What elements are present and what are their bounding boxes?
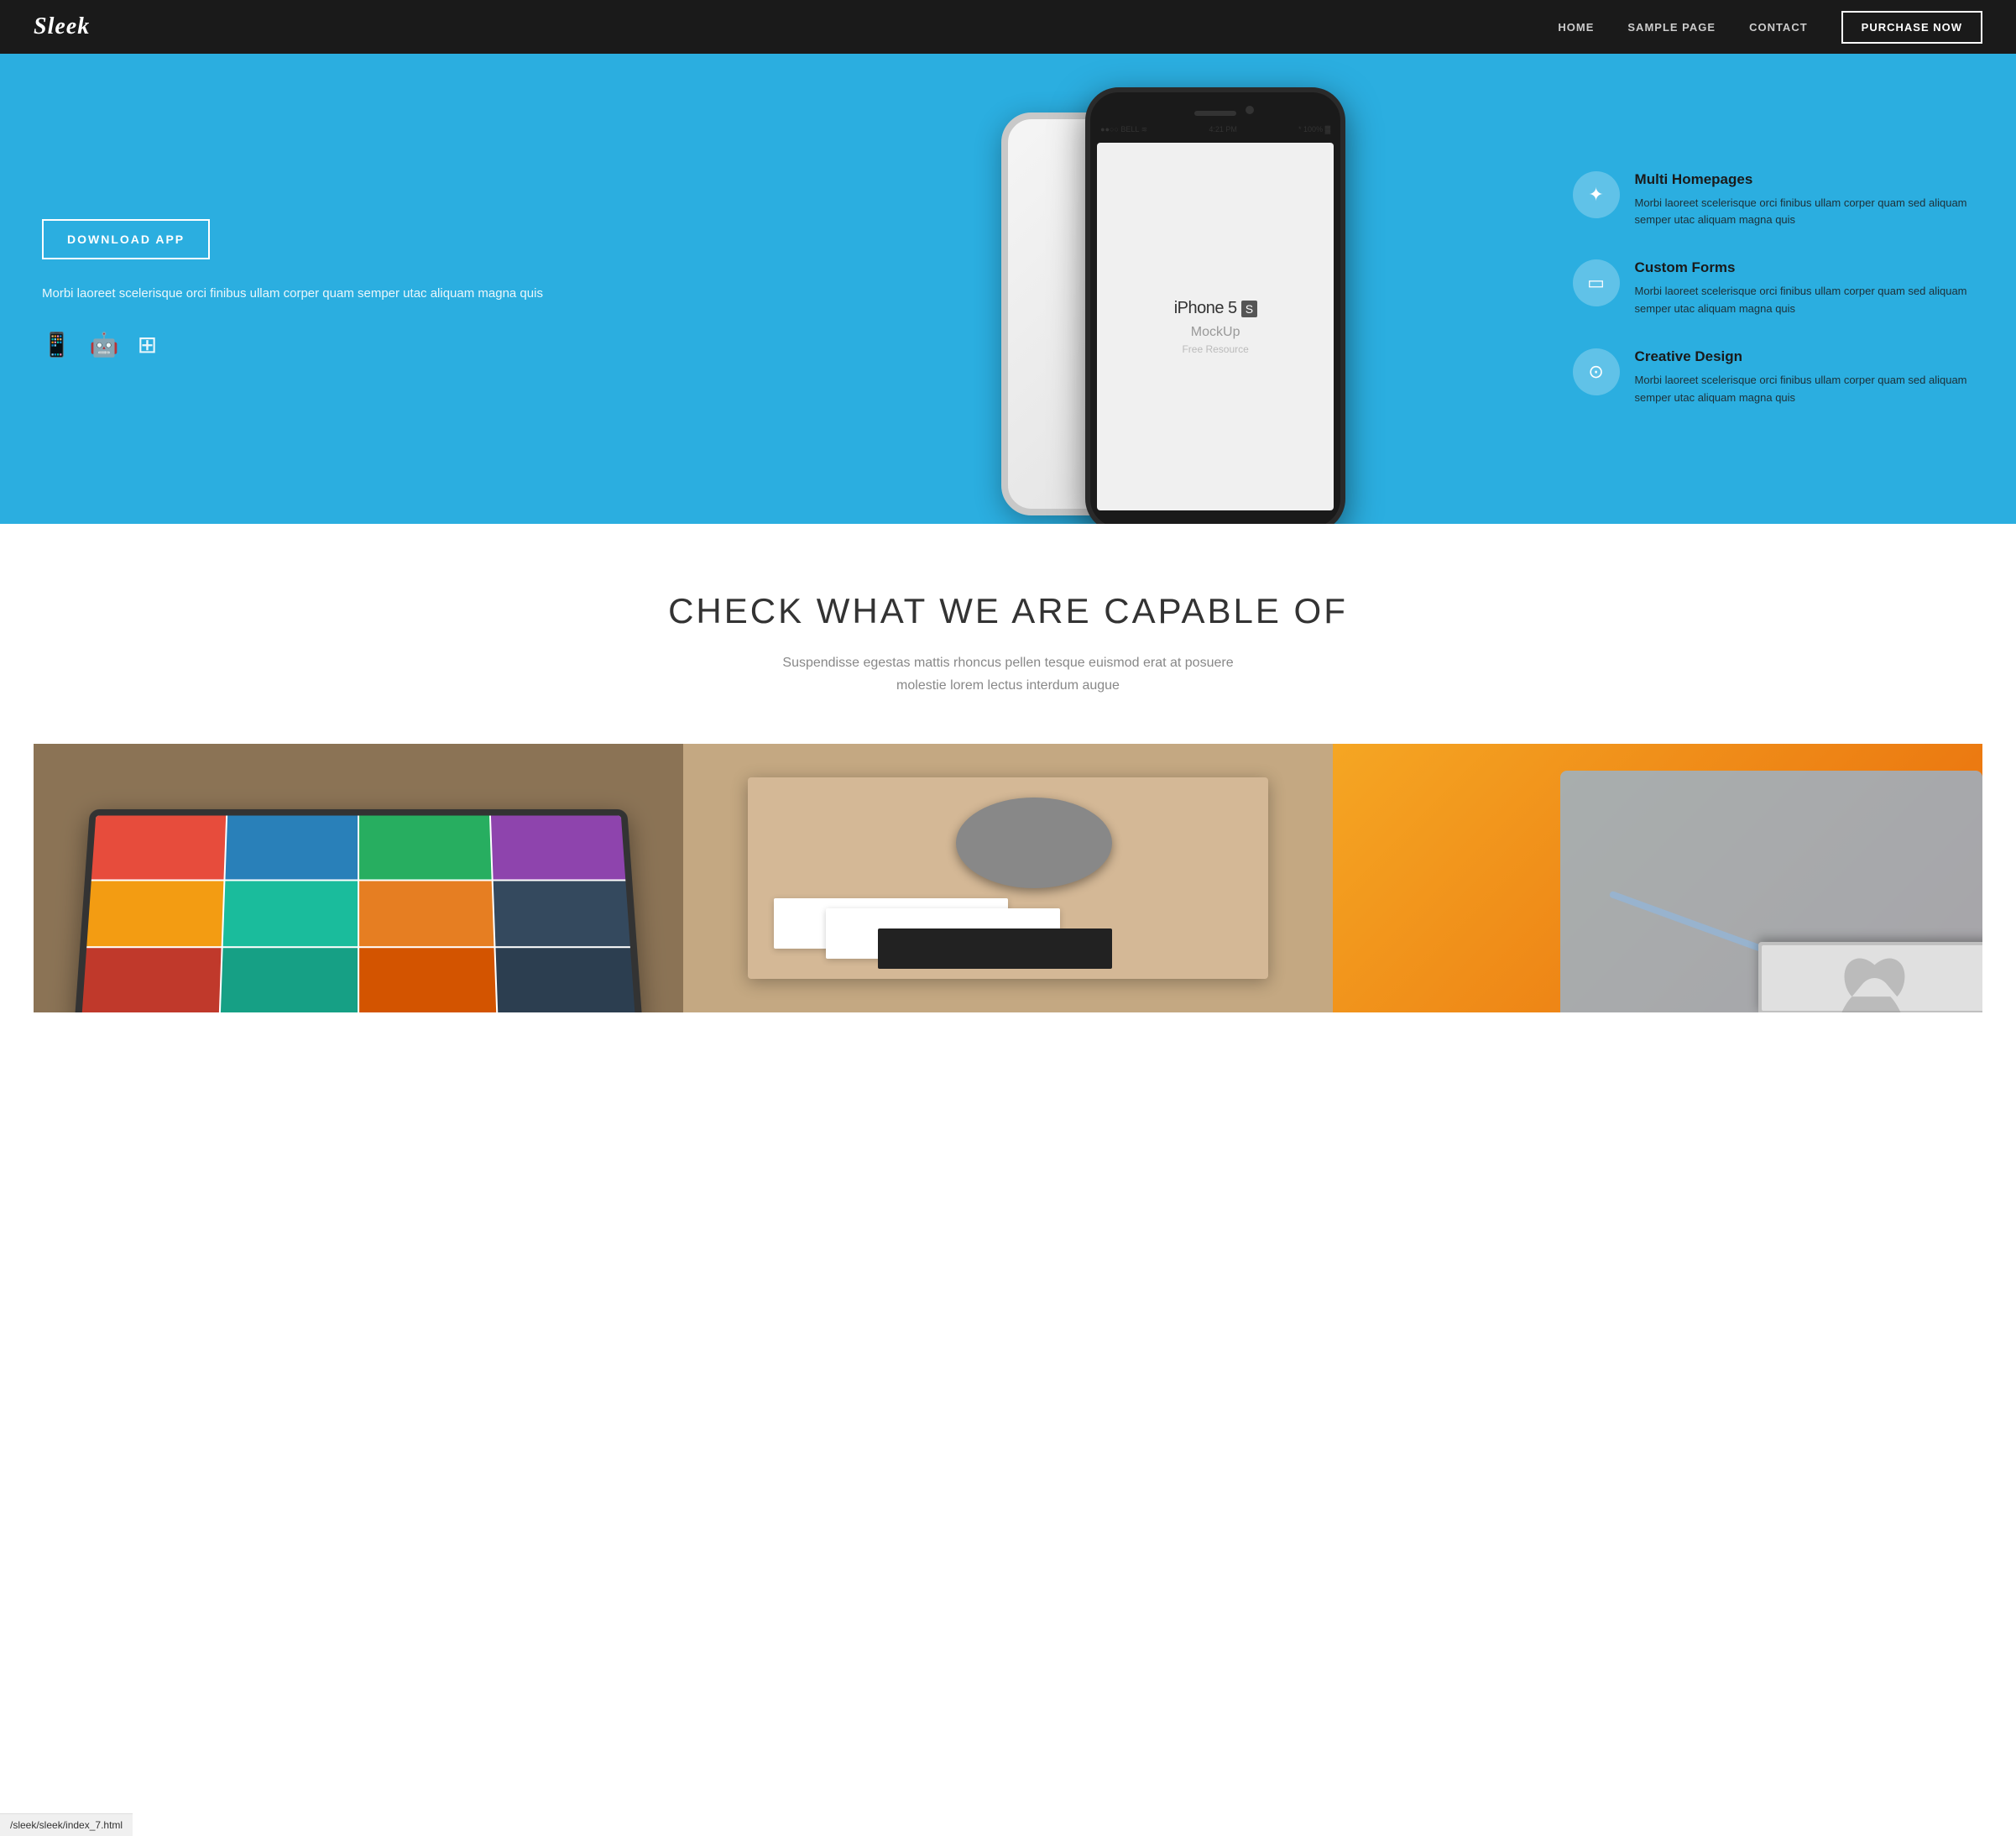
card-3 [878,928,1112,969]
android-icon: 🤖 [90,331,119,358]
nav-sample-page[interactable]: SAMPLE PAGE [1627,21,1716,34]
stationery-items [748,777,1267,979]
multi-homepages-desc: Morbi laoreet scelerisque orci finibus u… [1635,195,1991,230]
stamp-object [956,798,1112,888]
navbar: Sleek HOME SAMPLE PAGE CONTACT PURCHASE … [0,0,2016,54]
custom-forms-title: Custom Forms [1635,259,1991,276]
creative-design-icon: ⊙ [1573,348,1620,395]
logo: Sleek [34,13,90,40]
tablet-cell-10 [221,949,358,1012]
download-app-button[interactable]: DOWNLOAD APP [42,219,210,259]
time-display: 4:21 PM [1209,125,1237,133]
person-container [1333,744,1982,1012]
windows-icon: ⊞ [138,331,157,358]
tablet-cell-6 [223,881,358,947]
mobile-icon: 📱 [42,331,71,358]
tablet-cell-9 [81,949,221,1012]
feature-custom-forms: ▭ Custom Forms Morbi laoreet scelerisque… [1573,259,1991,318]
phone-camera [1246,106,1254,114]
laptop [1758,942,1982,1012]
nav-links: HOME SAMPLE PAGE CONTACT PURCHASE NOW [1558,11,1982,44]
nav-home[interactable]: HOME [1558,21,1594,34]
creative-design-desc: Morbi laoreet scelerisque orci finibus u… [1635,372,1991,407]
creative-design-text: Creative Design Morbi laoreet scelerisqu… [1635,348,1991,407]
tablet-cell-4 [491,816,625,880]
phone-screen-subtitle: MockUp [1191,325,1240,340]
tablet-mockup [75,809,643,1012]
purchase-button[interactable]: PURCHASE NOW [1841,11,1982,44]
laptop-screen [1762,945,1982,1011]
capabilities-section: CHECK WHAT WE ARE CAPABLE OF Suspendisse… [0,524,2016,1063]
custom-forms-desc: Morbi laoreet scelerisque orci finibus u… [1635,283,1991,318]
custom-forms-text: Custom Forms Morbi laoreet scelerisque o… [1635,259,1991,318]
portfolio-item-person[interactable] [1333,744,1982,1012]
portfolio-item-tablet[interactable] [34,744,683,1012]
tablet-cell-8 [494,881,630,947]
signal-indicator: ●●○○ BELL ≋ [1100,125,1147,134]
apple-logo [1784,947,1965,1012]
creative-design-title: Creative Design [1635,348,1991,365]
phone-container: ●●○○ BELL ≋ 4:21 PM * 100% ▓ iPhone 5 S … [993,87,1345,524]
phone-screen-title: iPhone 5 S [1174,299,1257,318]
capabilities-heading: CHECK WHAT WE ARE CAPABLE OF [34,591,1982,631]
multi-homepages-text: Multi Homepages Morbi laoreet scelerisqu… [1635,171,1991,230]
tablet-screen [81,816,635,1012]
tablet-cell-1 [91,816,226,880]
multi-homepages-title: Multi Homepages [1635,171,1991,188]
phone-front: ●●○○ BELL ≋ 4:21 PM * 100% ▓ iPhone 5 S … [1085,87,1345,524]
stationery-container [683,744,1333,1012]
tablet-cell-2 [225,816,358,880]
phone-status-bar: ●●○○ BELL ≋ 4:21 PM * 100% ▓ [1090,121,1340,138]
custom-forms-icon: ▭ [1573,259,1620,306]
phone-screen: iPhone 5 S MockUp Free Resource [1097,143,1334,510]
hero-phone-mockup: ●●○○ BELL ≋ 4:21 PM * 100% ▓ iPhone 5 S … [766,54,1573,524]
hero-left: DOWNLOAD APP Morbi laoreet scelerisque o… [0,54,766,524]
tablet-cell-12 [495,949,635,1012]
hero-description: Morbi laoreet scelerisque orci finibus u… [42,283,724,305]
tablet-cell-7 [359,881,494,947]
phone-screen-small: Free Resource [1182,343,1248,355]
battery-indicator: * 100% ▓ [1298,125,1330,133]
tablet-cell-3 [359,816,492,880]
portfolio-grid [34,744,1982,1012]
tablet-cell-11 [359,949,496,1012]
platform-icons: 📱 🤖 ⊞ [42,331,724,358]
feature-multi-homepages: ✦ Multi Homepages Morbi laoreet sceleris… [1573,171,1991,230]
multi-homepages-icon: ✦ [1573,171,1620,218]
url-bar: /sleek/sleek/index_7.html [0,1813,133,1836]
person-body [1560,771,1982,1012]
hero-features: ✦ Multi Homepages Morbi laoreet sceleris… [1573,54,2016,524]
tablet-cell-5 [86,881,223,947]
person-silhouette-area [1560,744,1982,1012]
phone-speaker [1194,111,1236,116]
portfolio-item-stationery[interactable] [683,744,1333,1012]
apple-icon-path [1837,959,1905,1013]
nav-contact[interactable]: CONTACT [1749,21,1808,34]
hero-section: DOWNLOAD APP Morbi laoreet scelerisque o… [0,54,2016,524]
capabilities-subtext: Suspendisse egestas mattis rhoncus pelle… [773,651,1243,697]
feature-creative-design: ⊙ Creative Design Morbi laoreet sceleris… [1573,348,1991,407]
